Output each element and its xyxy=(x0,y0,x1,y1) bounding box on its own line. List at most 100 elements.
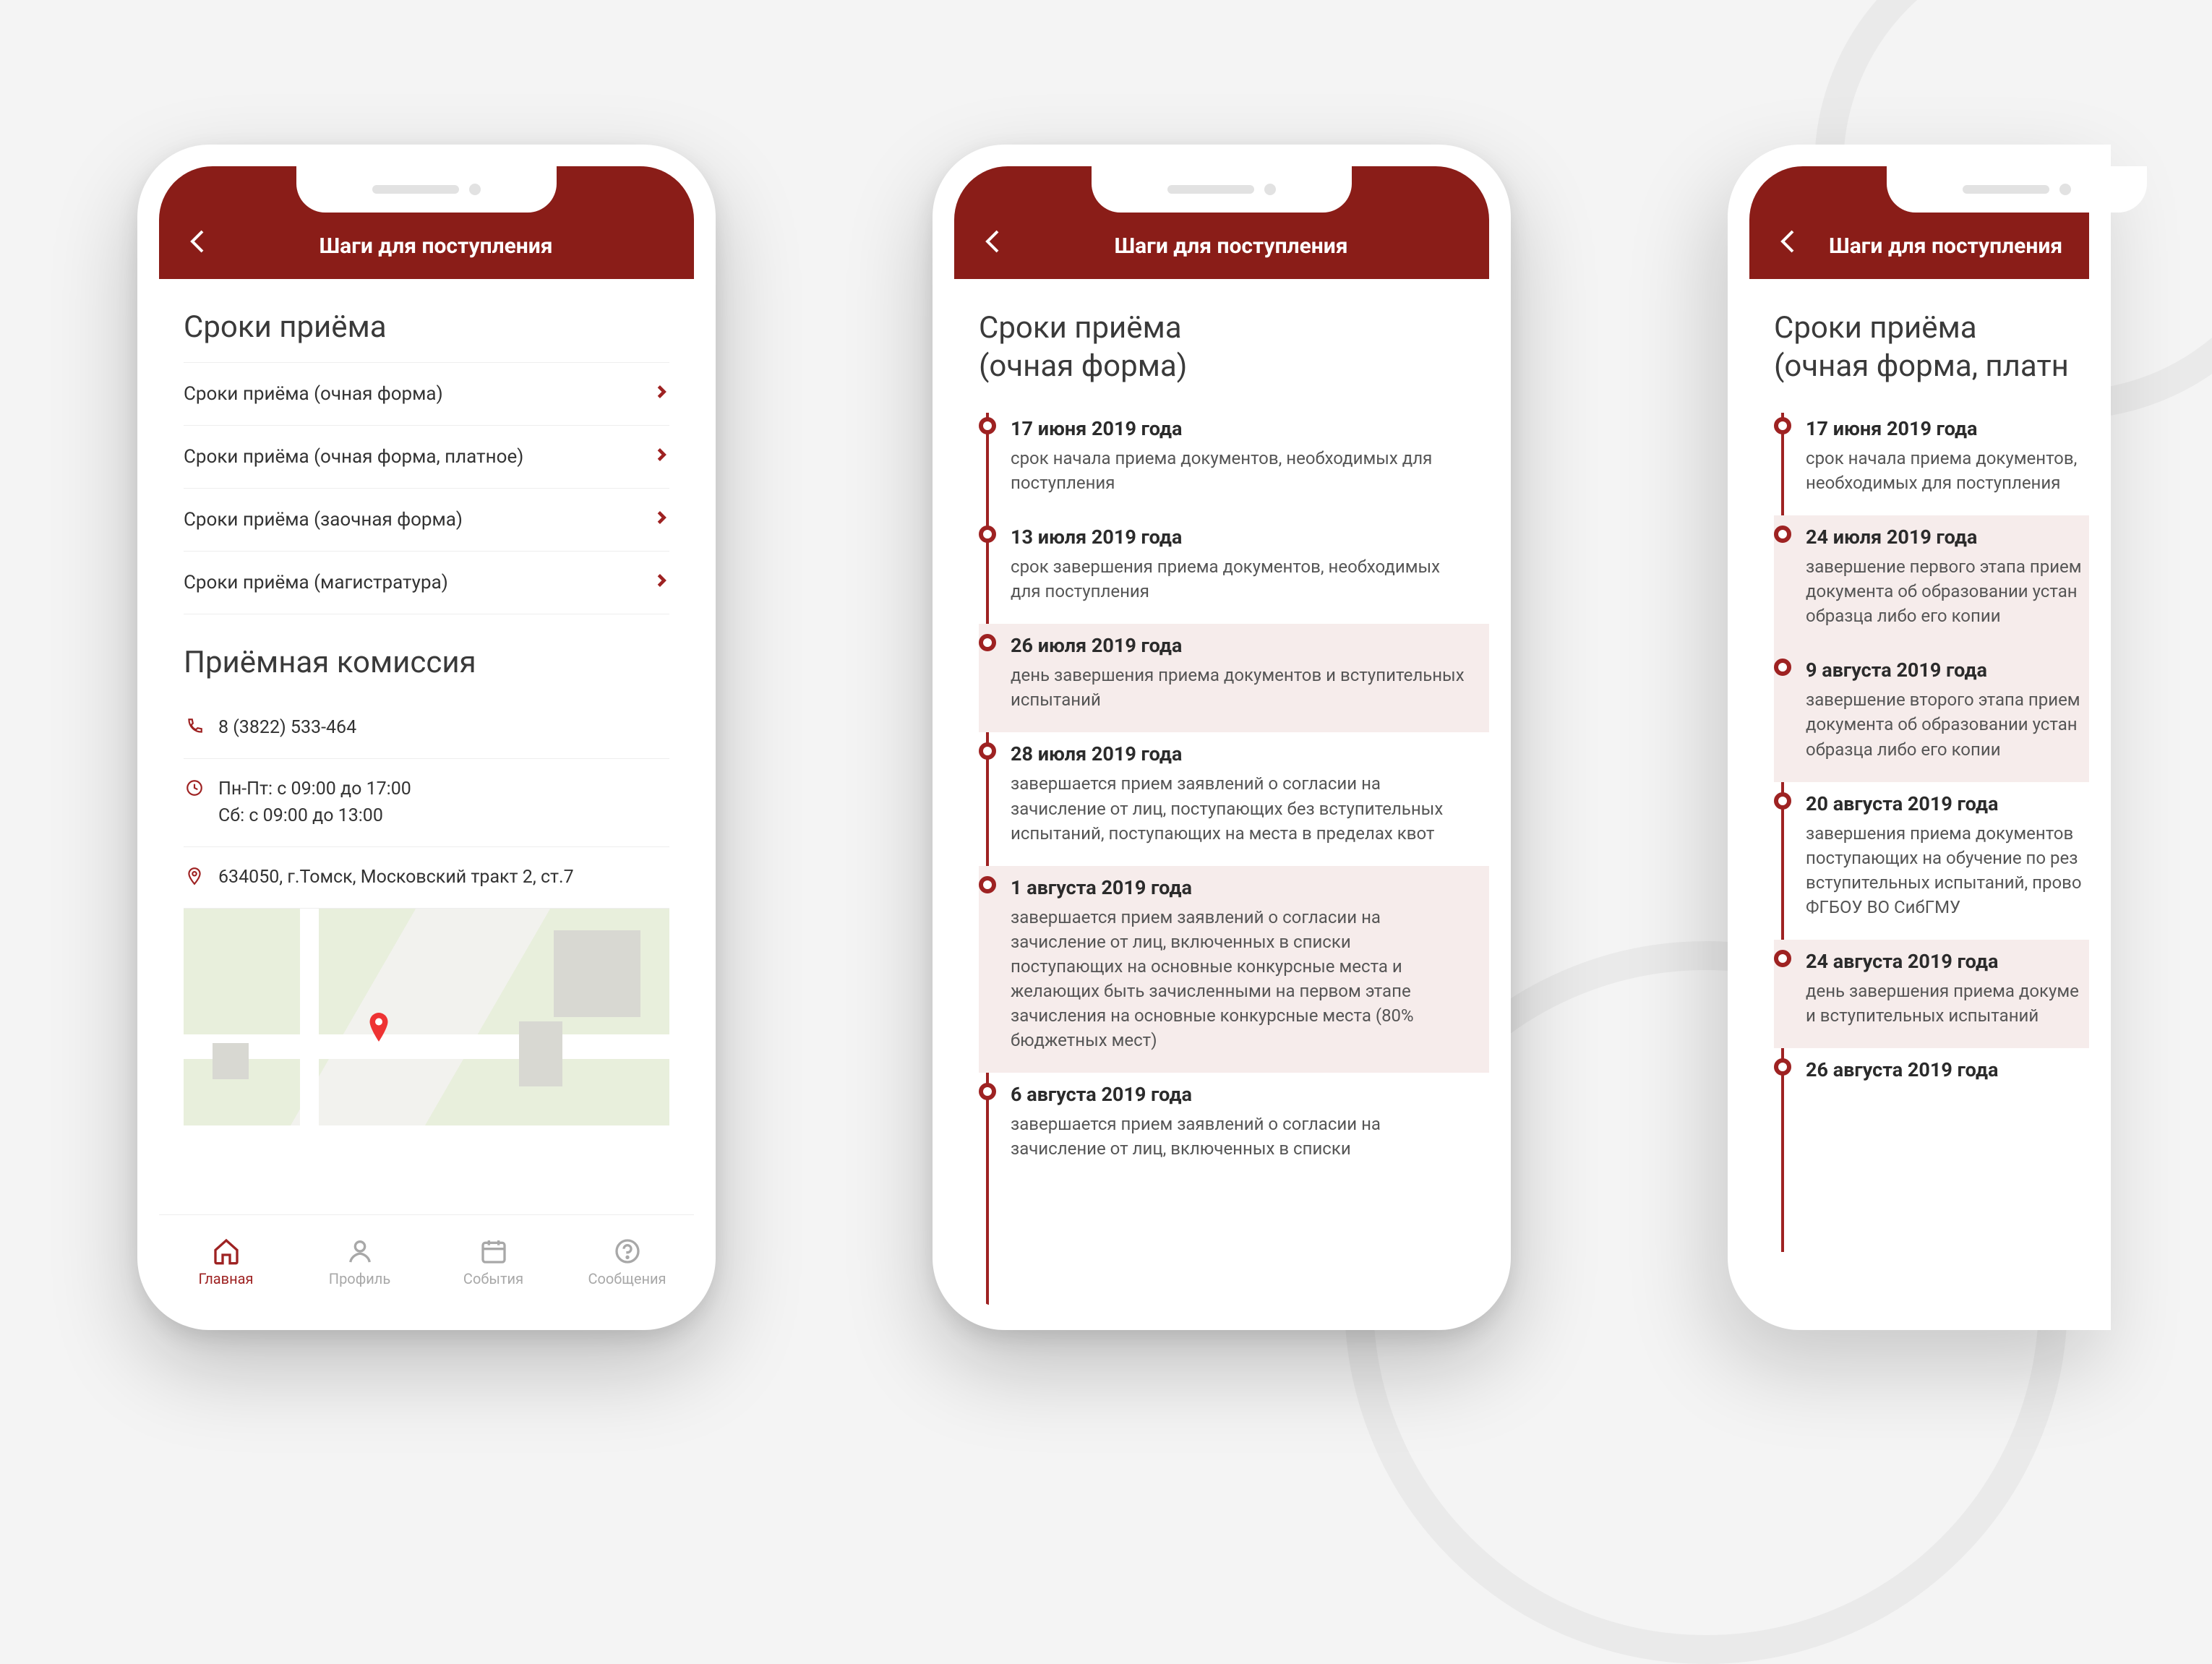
back-icon[interactable] xyxy=(979,227,1008,259)
list-row[interactable]: Сроки приёма (заочная форма) xyxy=(184,489,669,552)
tab-messages-label: Сообщения xyxy=(588,1270,666,1287)
page-title: Сроки приёма(очная форма) xyxy=(979,279,1465,403)
list-row-label: Сроки приёма (заочная форма) xyxy=(184,509,463,531)
list-row[interactable]: Сроки приёма (магистратура) xyxy=(184,552,669,614)
timeline-dot-icon xyxy=(979,526,996,543)
chevron-right-icon xyxy=(653,383,669,405)
timeline: 17 июня 2019 года срок начала приема док… xyxy=(1774,403,2089,1107)
chevron-right-icon xyxy=(653,446,669,468)
timeline-desc: завершается прием заявлений о согласии н… xyxy=(1011,771,1465,845)
timeline-dot-icon xyxy=(1774,659,1791,676)
map-preview[interactable] xyxy=(184,909,669,1125)
phone-notch xyxy=(296,166,557,213)
page-title: Сроки приёма(очная форма, платн xyxy=(1774,279,2089,403)
hours-line-1: Пн-Пт: с 09:00 до 17:00 xyxy=(218,776,411,802)
timeline-item: 20 августа 2019 года завершения приема д… xyxy=(1806,782,2089,940)
clock-icon xyxy=(184,776,205,797)
map-pin-icon xyxy=(368,1013,390,1045)
phone-mockup-3: Шаги для поступления Сроки приёма(очная … xyxy=(1728,145,2111,1330)
tab-home[interactable]: Главная xyxy=(159,1215,293,1308)
timeline-dot-icon xyxy=(979,742,996,760)
messages-icon xyxy=(613,1237,642,1266)
timeline-dot-icon xyxy=(979,417,996,434)
list-row-label: Сроки приёма (очная форма, платное) xyxy=(184,446,523,468)
timeline-date: 9 августа 2019 года xyxy=(1806,659,2089,682)
timeline-desc: срок завершения приема документов, необх… xyxy=(1011,554,1465,604)
timeline-dot-icon xyxy=(1774,526,1791,543)
calendar-icon xyxy=(479,1237,508,1266)
hours-line-2: Сб: с 09:00 до 13:00 xyxy=(218,803,411,829)
contact-address-row[interactable]: 634050, г.Томск, Московский тракт 2, ст.… xyxy=(184,847,669,909)
timeline-desc: день завершения приема докуме и вступите… xyxy=(1806,979,2089,1028)
list-row[interactable]: Сроки приёма (очная форма) xyxy=(184,362,669,426)
timeline-item: 17 июня 2019 года срок начала приема док… xyxy=(1806,407,2089,515)
phone-mockup-1: Шаги для поступления Сроки приёма Сроки … xyxy=(137,145,716,1330)
pin-icon xyxy=(184,865,205,885)
tab-profile[interactable]: Профиль xyxy=(293,1215,426,1308)
timeline-dot-icon xyxy=(979,1083,996,1100)
tab-profile-label: Профиль xyxy=(329,1270,390,1287)
timeline-desc: срок начала приема документов, необходим… xyxy=(1011,446,1465,495)
timeline-item: 24 июля 2019 года завершение первого эта… xyxy=(1774,515,2089,648)
tab-messages[interactable]: Сообщения xyxy=(560,1215,694,1308)
list-row[interactable]: Сроки приёма (очная форма, платное) xyxy=(184,426,669,489)
timeline-date: 6 августа 2019 года xyxy=(1011,1083,1465,1106)
tab-home-label: Главная xyxy=(198,1270,253,1287)
tab-events-label: События xyxy=(463,1270,523,1287)
list-row-label: Сроки приёма (очная форма) xyxy=(184,383,443,405)
chevron-right-icon xyxy=(653,572,669,593)
timeline-date: 24 августа 2019 года xyxy=(1806,950,2089,973)
timeline-dot-icon xyxy=(1774,1058,1791,1076)
timeline-dot-icon xyxy=(1774,950,1791,967)
phone-number: 8 (3822) 533-464 xyxy=(218,715,356,741)
phone-notch xyxy=(1092,166,1352,213)
timeline-date: 26 июля 2019 года xyxy=(1011,634,1465,657)
timeline-line xyxy=(986,413,989,1308)
timeline-item: 17 июня 2019 года срок начала приема док… xyxy=(1011,407,1465,515)
section-title-deadlines: Сроки приёма xyxy=(184,279,669,362)
timeline-desc: завершение первого этапа прием документа… xyxy=(1806,554,2089,628)
back-icon[interactable] xyxy=(1774,227,1803,259)
phone-mockup-2: Шаги для поступления Сроки приёма(очная … xyxy=(933,145,1511,1330)
contact-phone-row[interactable]: 8 (3822) 533-464 xyxy=(184,698,669,759)
profile-icon xyxy=(346,1237,374,1266)
chevron-right-icon xyxy=(653,509,669,531)
timeline-item: 9 августа 2019 года завершение второго э… xyxy=(1774,648,2089,781)
timeline-dot-icon xyxy=(1774,792,1791,810)
list-row-label: Сроки приёма (магистратура) xyxy=(184,572,448,593)
timeline-item: 28 июля 2019 года завершается прием заяв… xyxy=(1011,732,1465,865)
home-icon xyxy=(212,1237,241,1266)
bottom-tab-bar: Главная Профиль События Сообщения xyxy=(159,1214,694,1308)
timeline-date: 17 июня 2019 года xyxy=(1806,417,2089,440)
timeline-item: 24 августа 2019 года день завершения при… xyxy=(1774,940,2089,1048)
timeline-dot-icon xyxy=(1774,417,1791,434)
tab-events[interactable]: События xyxy=(426,1215,560,1308)
timeline-item: 13 июля 2019 года срок завершения приема… xyxy=(1011,515,1465,624)
timeline-date: 13 июля 2019 года xyxy=(1011,526,1465,549)
phone-notch xyxy=(1887,166,2147,213)
timeline-dot-icon xyxy=(979,634,996,651)
header-title: Шаги для поступления xyxy=(1822,233,2089,259)
timeline-desc: день завершения приема документов и всту… xyxy=(1011,663,1465,712)
phone-icon xyxy=(184,715,205,736)
timeline-desc: срок начала приема документов, необходим… xyxy=(1806,446,2089,495)
header-title: Шаги для поступления xyxy=(231,233,669,259)
timeline-date: 24 июля 2019 года xyxy=(1806,526,2089,549)
timeline-item: 26 июля 2019 года день завершения приема… xyxy=(979,624,1489,732)
timeline-desc: завершения приема документов поступающих… xyxy=(1806,821,2089,919)
timeline: 17 июня 2019 года срок начала приема док… xyxy=(979,403,1465,1181)
timeline-date: 20 августа 2019 года xyxy=(1806,792,2089,815)
address-text: 634050, г.Томск, Московский тракт 2, ст.… xyxy=(218,865,574,891)
timeline-date: 26 августа 2019 года xyxy=(1806,1058,2089,1081)
timeline-date: 17 июня 2019 года xyxy=(1011,417,1465,440)
timeline-item: 26 августа 2019 года xyxy=(1806,1048,2089,1107)
timeline-dot-icon xyxy=(979,876,996,893)
timeline-desc: завершение второго этапа прием документа… xyxy=(1806,687,2089,761)
contact-hours-row: Пн-Пт: с 09:00 до 17:00 Сб: с 09:00 до 1… xyxy=(184,759,669,847)
back-icon[interactable] xyxy=(184,227,213,259)
header-title: Шаги для поступления xyxy=(1026,233,1465,259)
timeline-desc: завершается прием заявлений о согласии н… xyxy=(1011,1112,1465,1161)
timeline-date: 1 августа 2019 года xyxy=(1011,876,1465,899)
timeline-item: 6 августа 2019 года завершается прием за… xyxy=(1011,1073,1465,1181)
timeline-desc: завершается прием заявлений о согласии н… xyxy=(1011,905,1465,1052)
